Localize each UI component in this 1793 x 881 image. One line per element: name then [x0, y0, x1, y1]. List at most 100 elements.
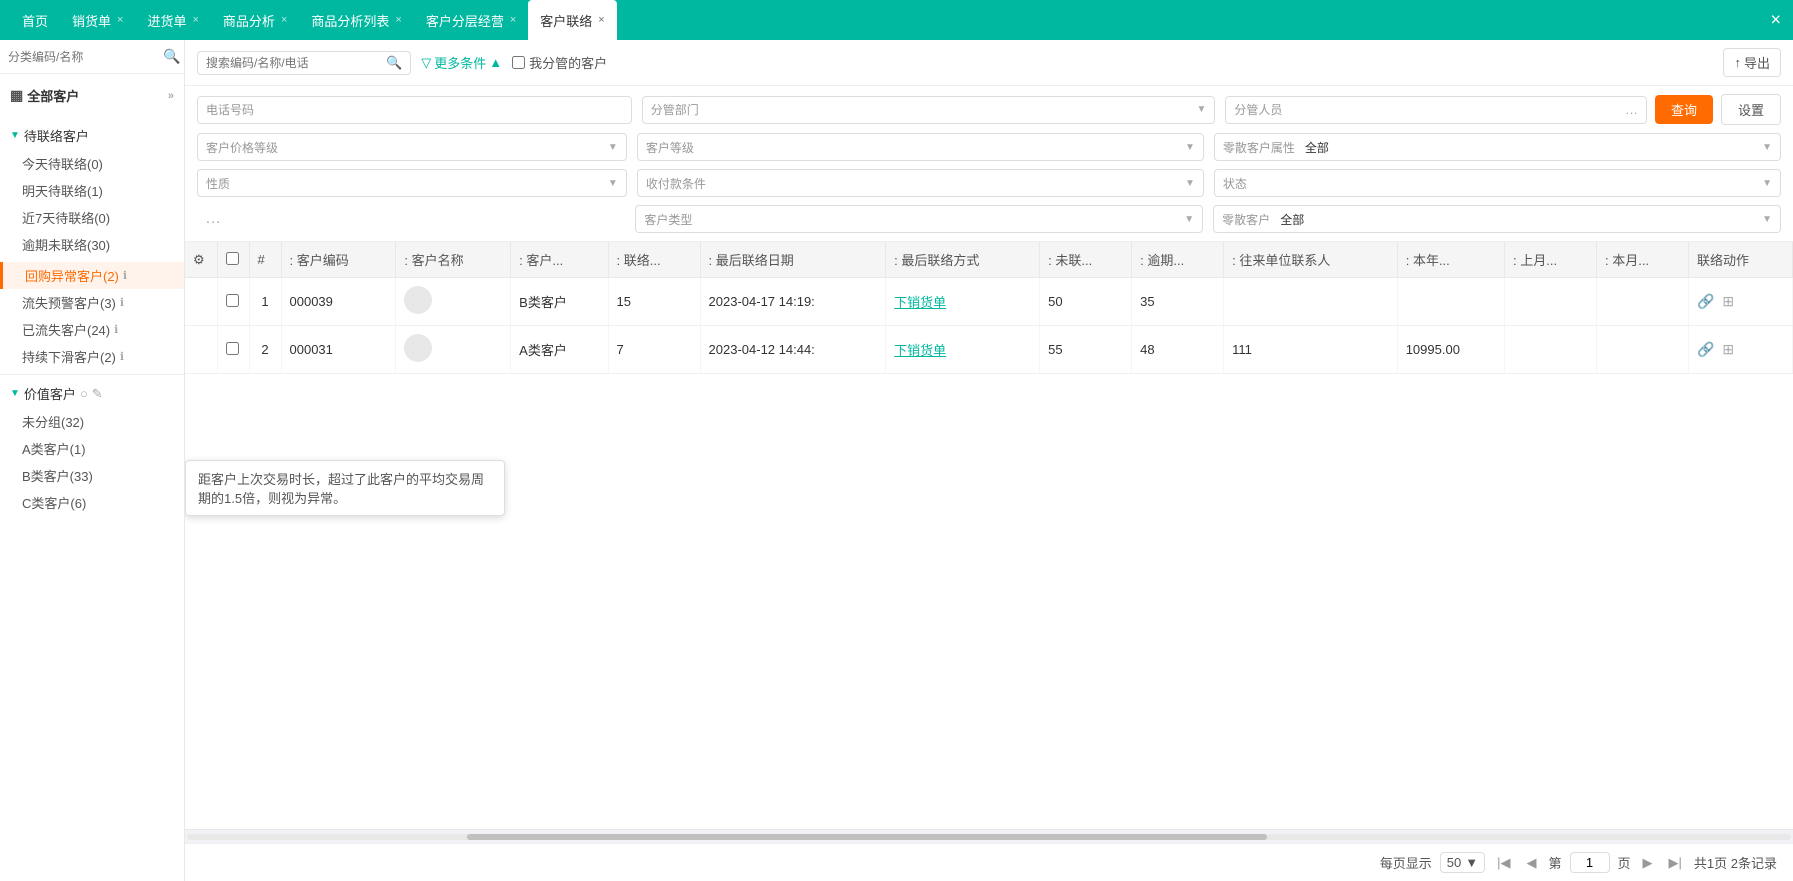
- col-this-month[interactable]: : 本月...: [1596, 242, 1688, 278]
- filter-manager[interactable]: 分管人员 …: [1225, 96, 1647, 124]
- col-num: #: [249, 242, 281, 278]
- scrollbar-track[interactable]: [187, 834, 1791, 840]
- sidebar-item-loss-warning[interactable]: 流失预警客户(3) ℹ: [0, 289, 184, 316]
- row2-contact-person: 111: [1224, 326, 1398, 374]
- close-sales-order[interactable]: ×: [117, 14, 123, 26]
- sidebar-item-c-class[interactable]: C类客户(6): [0, 489, 184, 516]
- my-customers-checkbox[interactable]: [512, 56, 525, 69]
- filter-price-level[interactable]: 客户价格等级 ▼: [197, 133, 627, 161]
- row1-this-month: [1596, 278, 1688, 326]
- sidebar-item-abnormal[interactable]: 回购异常客户(2) ℹ: [0, 262, 184, 289]
- nav-home[interactable]: 首页: [10, 0, 60, 40]
- query-btn[interactable]: 查询: [1655, 95, 1713, 124]
- filter-scatter-attr[interactable]: 零散客户属性 全部 ▼: [1214, 133, 1781, 161]
- first-page-btn[interactable]: |◀: [1493, 853, 1514, 873]
- table-row: 1 000039 B类客户 15 2023-04-17 14:19: 下销货单 …: [185, 278, 1793, 326]
- row2-num: 2: [249, 326, 281, 374]
- price-level-down-icon: ▼: [608, 142, 618, 153]
- filter-payment-terms[interactable]: 收付款条件 ▼: [637, 169, 1204, 197]
- sidebar-item-b-class[interactable]: B类客户(33): [0, 462, 184, 489]
- row1-checkbox[interactable]: [226, 294, 239, 307]
- sidebar-search-input[interactable]: [8, 50, 163, 64]
- row2-check[interactable]: [217, 326, 249, 374]
- row1-check[interactable]: [217, 278, 249, 326]
- col-type[interactable]: : 客户...: [511, 242, 608, 278]
- filter-nature[interactable]: 性质 ▼: [197, 169, 627, 197]
- manager-more-icon[interactable]: …: [1625, 102, 1638, 117]
- row2-last-method[interactable]: 下销货单: [886, 326, 1040, 374]
- export-btn[interactable]: ↑ 导出: [1723, 48, 1781, 77]
- sidebar-item-today[interactable]: 今天待联络(0): [0, 150, 184, 177]
- filter-status[interactable]: 状态 ▼: [1214, 169, 1781, 197]
- col-contact-person[interactable]: : 往来单位联系人: [1224, 242, 1398, 278]
- close-product-analysis[interactable]: ×: [281, 14, 287, 26]
- filter-row-4: … 客户类型 ▼ 零散客户 全部 ▼: [197, 205, 1781, 233]
- close-customer-contact[interactable]: ×: [598, 14, 604, 26]
- next-page-btn[interactable]: ▶: [1639, 853, 1657, 873]
- page-input[interactable]: [1570, 852, 1610, 873]
- sidebar-value-group-title[interactable]: ▼ 价值客户 ○ ✎: [0, 379, 184, 408]
- nav-product-analysis-list[interactable]: 商品分析列表 ×: [299, 0, 413, 40]
- row1-no-contact: 50: [1040, 278, 1132, 326]
- nav-product-analysis[interactable]: 商品分析 ×: [211, 0, 299, 40]
- nav-sales-order[interactable]: 销货单 ×: [60, 0, 135, 40]
- col-last-method[interactable]: : 最后联络方式: [886, 242, 1040, 278]
- filter-more-btn[interactable]: ▽ 更多条件 ▲: [421, 53, 502, 72]
- col-this-year[interactable]: : 本年...: [1397, 242, 1504, 278]
- search-input[interactable]: [206, 56, 386, 70]
- sidebar-pending-title[interactable]: ▼ 待联络客户: [0, 121, 184, 150]
- row2-grid-icon[interactable]: ⊞: [1722, 341, 1734, 358]
- col-overdue[interactable]: : 逾期...: [1132, 242, 1224, 278]
- nav-customer-contact[interactable]: 客户联络 ×: [528, 0, 616, 40]
- col-no-contact[interactable]: : 未联...: [1040, 242, 1132, 278]
- filter-customer-type[interactable]: 客户类型 ▼: [635, 205, 1203, 233]
- settings-icon[interactable]: ✎: [92, 386, 103, 402]
- col-check[interactable]: [217, 242, 249, 278]
- row1-last-method[interactable]: 下销货单: [886, 278, 1040, 326]
- close-purchase-order[interactable]: ×: [192, 14, 198, 26]
- page-size-select[interactable]: 50 ▼: [1440, 852, 1485, 873]
- filter-phone[interactable]: 电话号码: [197, 96, 632, 124]
- col-last-date[interactable]: : 最后联络日期: [700, 242, 886, 278]
- close-customer-layered[interactable]: ×: [510, 14, 516, 26]
- sidebar-item-7days[interactable]: 近7天待联络(0): [0, 204, 184, 231]
- sidebar-item-tomorrow[interactable]: 明天待联络(1): [0, 177, 184, 204]
- sidebar-item-lost[interactable]: 已流失客户(24) ℹ: [0, 316, 184, 343]
- sidebar-item-unclassified[interactable]: 未分组(32): [0, 408, 184, 435]
- col-settings[interactable]: ⚙: [185, 242, 217, 278]
- sidebar-item-overdue[interactable]: 逾期未联络(30): [0, 231, 184, 258]
- last-page-btn[interactable]: ▶|: [1665, 853, 1686, 873]
- row2-checkbox[interactable]: [226, 342, 239, 355]
- sidebar-search-icon[interactable]: 🔍: [163, 48, 180, 65]
- row2-link-icon[interactable]: 🔗: [1697, 341, 1714, 358]
- tooltip-box: 距客户上次交易时长，超过了此客户的平均交易周期的1.5倍，则视为异常。: [185, 460, 505, 516]
- filter-scatter-customer[interactable]: 零散客户 全部 ▼: [1213, 205, 1781, 233]
- nav-purchase-order[interactable]: 进货单 ×: [135, 0, 210, 40]
- row1-action: 🔗 ⊞: [1688, 278, 1792, 326]
- window-close-icon[interactable]: ×: [1770, 10, 1781, 31]
- row1-settings: [185, 278, 217, 326]
- scrollbar-thumb[interactable]: [467, 834, 1267, 840]
- more-dots-icon[interactable]: …: [205, 210, 221, 228]
- select-all-checkbox[interactable]: [226, 252, 239, 265]
- col-contact[interactable]: : 联络...: [608, 242, 700, 278]
- col-last-month[interactable]: : 上月...: [1504, 242, 1596, 278]
- edit-icon[interactable]: ○: [80, 386, 88, 401]
- sidebar-all-customers[interactable]: ▦ 全部客户 »: [0, 80, 184, 111]
- col-code[interactable]: : 客户编码: [281, 242, 396, 278]
- settings-btn[interactable]: 设置: [1721, 94, 1781, 125]
- collapse-icon[interactable]: »: [168, 90, 174, 102]
- customer-type-down-icon: ▼: [1184, 214, 1194, 225]
- filter-dept[interactable]: 分管部门 ▼: [642, 96, 1216, 124]
- close-product-analysis-list[interactable]: ×: [395, 14, 401, 26]
- prev-page-btn[interactable]: ◀: [1523, 853, 1541, 873]
- my-customers-checkbox-label[interactable]: 我分管的客户: [512, 53, 607, 72]
- search-icon[interactable]: 🔍: [386, 55, 402, 71]
- sidebar-item-a-class[interactable]: A类客户(1): [0, 435, 184, 462]
- row1-link-icon[interactable]: 🔗: [1697, 293, 1714, 310]
- col-name[interactable]: : 客户名称: [396, 242, 511, 278]
- filter-customer-level[interactable]: 客户等级 ▼: [637, 133, 1204, 161]
- nav-customer-layered[interactable]: 客户分层经营 ×: [414, 0, 528, 40]
- row1-grid-icon[interactable]: ⊞: [1722, 293, 1734, 310]
- sidebar-item-declining[interactable]: 持续下滑客户(2) ℹ: [0, 343, 184, 370]
